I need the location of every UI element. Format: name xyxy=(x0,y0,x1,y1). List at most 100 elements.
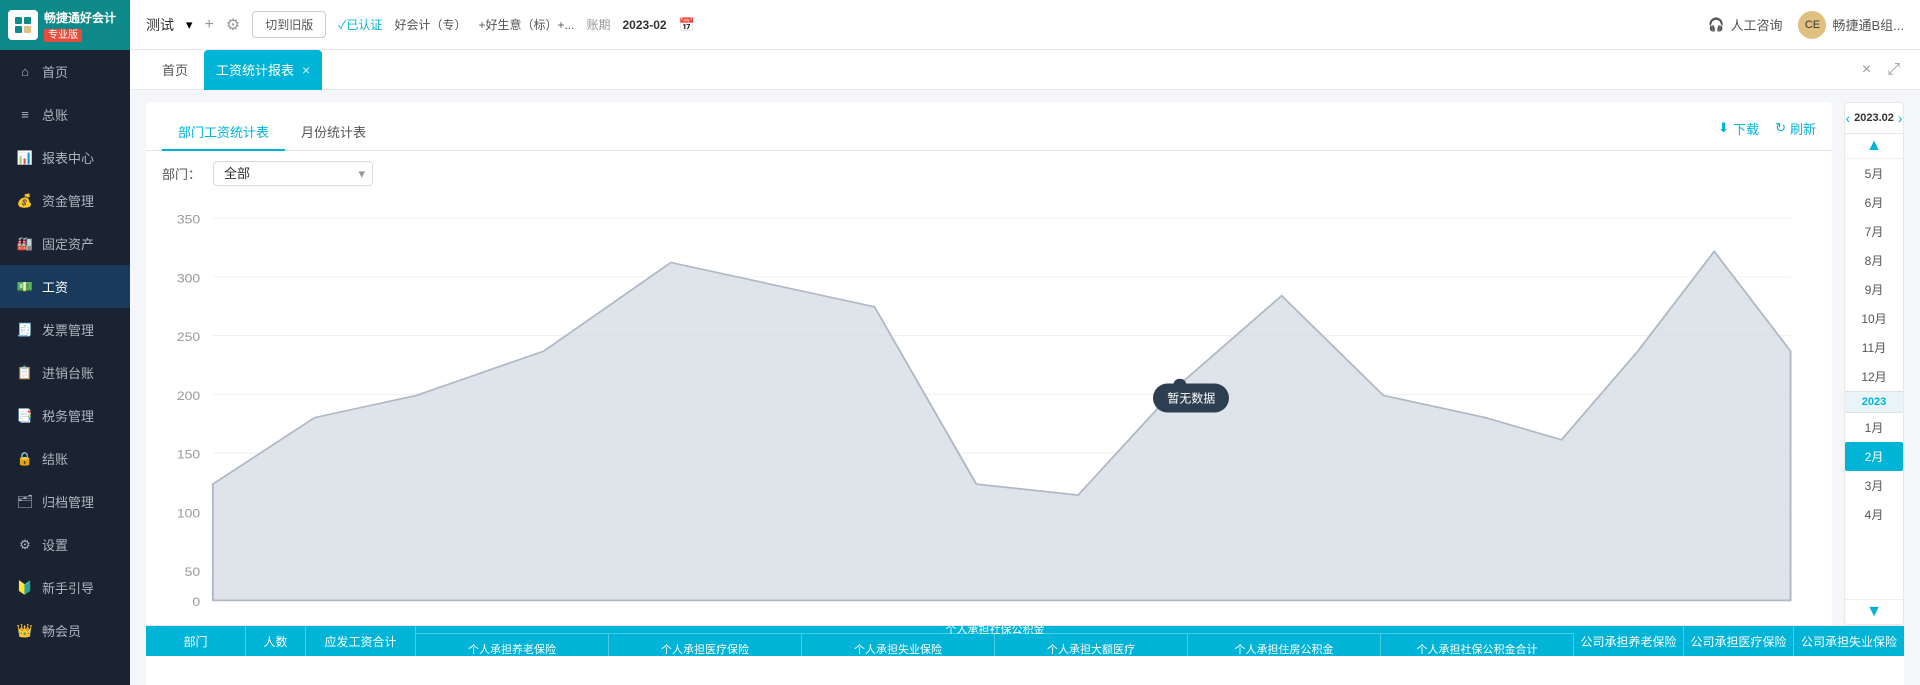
status-good-accounting: 好会计（专） xyxy=(394,16,466,33)
sidebar-item-reports[interactable]: 📊 报表中心 xyxy=(0,136,130,179)
th-personal-medical: 个人承担医疗保险 xyxy=(609,634,802,664)
period-value: 2023-02 xyxy=(623,18,667,32)
dept-select-wrapper: 全部 xyxy=(213,161,373,186)
ledger-icon: ≡ xyxy=(16,106,34,124)
chart-actions: ⬇ 下载 ↻ 刷新 xyxy=(1718,119,1816,146)
sidebar-item-home[interactable]: ⌂ 首页 xyxy=(0,50,130,93)
window-expand-btn[interactable]: ⤢ xyxy=(1883,59,1904,81)
archive-icon: 🗂 xyxy=(16,493,34,511)
project-dropdown[interactable]: ▾ xyxy=(186,17,193,33)
download-btn[interactable]: ⬇ 下载 xyxy=(1718,119,1759,138)
th-dept: 部门 xyxy=(146,626,246,656)
support-btn[interactable]: 🎧 人工咨询 xyxy=(1708,15,1782,34)
refresh-btn[interactable]: ↻ 刷新 xyxy=(1775,119,1816,138)
reports-icon: 📊 xyxy=(16,149,34,167)
avatar: CE xyxy=(1798,11,1826,39)
date-item-4[interactable]: 4月 xyxy=(1845,500,1903,529)
th-personal-unemployment: 个人承担失业保险 xyxy=(802,634,995,664)
svg-text:0: 0 xyxy=(192,595,200,609)
sidebar-item-close[interactable]: 🔒 结账 xyxy=(0,437,130,480)
settings-icon: ⚙ xyxy=(16,536,34,554)
tab-salary-report[interactable]: 工资统计报表 × xyxy=(204,50,322,90)
date-prev-icon[interactable]: ‹ xyxy=(1844,111,1852,125)
topbar-right: 🎧 人工咨询 CE 畅捷通B组... xyxy=(1708,11,1904,39)
date-item-3[interactable]: 3月 xyxy=(1845,471,1903,500)
content-area: 首页 工资统计报表 × × ⤢ xyxy=(130,50,1920,685)
guide-icon: 🔰 xyxy=(16,579,34,597)
date-next-icon[interactable]: › xyxy=(1896,111,1904,125)
date-panel: ‹ 2023.02 › ▲ 5月 6月 7月 8月 9月 10月 11月 1 xyxy=(1844,102,1904,625)
sub-tab-monthly[interactable]: 月份统计表 xyxy=(285,114,382,151)
date-item-2-active[interactable]: 2月 xyxy=(1845,442,1903,471)
dropdown-arrow-icon: ▾ xyxy=(186,17,193,33)
chart-toolbar: 部门： 全部 xyxy=(146,151,1832,196)
sidebar-item-settings[interactable]: ⚙ 设置 xyxy=(0,523,130,566)
date-item-8[interactable]: 8月 xyxy=(1845,246,1903,275)
th-company-pension: 公司承担养老保险 xyxy=(1574,626,1684,656)
date-up-btn[interactable]: ▲ xyxy=(1845,134,1903,159)
th-total-salary: 应发工资合计 xyxy=(306,626,416,656)
calendar-icon[interactable]: 📅 xyxy=(679,17,695,33)
switch-old-btn[interactable]: 切到旧版 xyxy=(252,11,326,38)
chart-svg: 350 300 250 200 150 100 50 0 xyxy=(162,196,1816,617)
date-item-11[interactable]: 11月 xyxy=(1845,333,1903,362)
th-personal-housing: 个人承担住房公积金 xyxy=(1188,634,1381,664)
sales-icon: 📋 xyxy=(16,364,34,382)
tab-close-btn[interactable]: × xyxy=(302,62,310,78)
page-body: 部门工资统计表 月份统计表 ⬇ 下载 xyxy=(130,90,1920,685)
th-personal-large-medical: 个人承担大额医疗 xyxy=(995,634,1188,664)
th-personal-pension: 个人承担养老保险 xyxy=(416,634,609,664)
refresh-icon: ↻ xyxy=(1775,120,1786,136)
th-personal-insurance-group: 个人承担社保公积金 个人承担养老保险 个人承担医疗保险 个人承担失业保险 个人承… xyxy=(416,626,1574,656)
sidebar-item-sales[interactable]: 📋 进销台账 xyxy=(0,351,130,394)
window-close-btn[interactable]: × xyxy=(1858,59,1875,81)
date-panel-header: ‹ 2023.02 › xyxy=(1845,103,1903,134)
home-icon: ⌂ xyxy=(16,63,34,81)
date-item-1[interactable]: 1月 xyxy=(1845,413,1903,442)
topbar: 测试 ▾ + ⚙ 切到旧版 ✓已认证 好会计（专） +好生意（标）+... 账期… xyxy=(130,0,1920,50)
date-down-btn[interactable]: ▼ xyxy=(1845,599,1903,624)
sidebar-item-archive[interactable]: 🗂 归档管理 xyxy=(0,480,130,523)
date-item-6[interactable]: 6月 xyxy=(1845,188,1903,217)
salary-icon: 💵 xyxy=(16,278,34,296)
sub-tabs: 部门工资统计表 月份统计表 ⬇ 下载 xyxy=(146,102,1832,151)
svg-text:350: 350 xyxy=(177,213,200,227)
period-label: 账期 xyxy=(586,16,610,33)
svg-text:150: 150 xyxy=(177,447,200,461)
headset-icon: 🎧 xyxy=(1708,17,1724,33)
topbar-project: 测试 xyxy=(146,15,174,35)
date-item-7[interactable]: 7月 xyxy=(1845,217,1903,246)
th-company-medical: 公司承担医疗保险 xyxy=(1684,626,1794,656)
tab-home[interactable]: 首页 xyxy=(146,50,204,90)
svg-text:50: 50 xyxy=(185,565,201,579)
logo-icon xyxy=(8,10,38,40)
th-company-unemployment: 公司承担失业保险 xyxy=(1794,626,1904,656)
sidebar-item-salary[interactable]: 💵 工资 xyxy=(0,265,130,308)
logo-text: 畅捷通好会计 专业版 xyxy=(44,9,116,41)
window-controls: × ⤢ xyxy=(1858,59,1904,81)
date-item-12[interactable]: 12月 xyxy=(1845,362,1903,391)
tax-icon: 📑 xyxy=(16,407,34,425)
date-item-10[interactable]: 10月 xyxy=(1845,304,1903,333)
bottom-table: 部门 人数 应发工资合计 个人承担社保公积金 个人承担养老保险 个人承担医疗保险… xyxy=(146,625,1904,685)
sub-tab-dept[interactable]: 部门工资统计表 xyxy=(162,114,285,151)
invoice-icon: 🧾 xyxy=(16,321,34,339)
sidebar-item-tax[interactable]: 📑 税务管理 xyxy=(0,394,130,437)
assets-icon: 🏭 xyxy=(16,235,34,253)
dept-select[interactable]: 全部 xyxy=(213,161,373,186)
date-year-2023: 2023 xyxy=(1845,391,1903,413)
close-period-icon: 🔒 xyxy=(16,450,34,468)
main-area: 测试 ▾ + ⚙ 切到旧版 ✓已认证 好会计（专） +好生意（标）+... 账期… xyxy=(130,0,1920,685)
sidebar-item-funds[interactable]: 💰 资金管理 xyxy=(0,179,130,222)
sidebar: 畅捷通好会计 专业版 ⌂ 首页 ≡ 总账 📊 报表中心 💰 资金管理 🏭 固定资… xyxy=(0,0,130,685)
sidebar-item-assets[interactable]: 🏭 固定资产 xyxy=(0,222,130,265)
sidebar-item-ledger[interactable]: ≡ 总账 xyxy=(0,93,130,136)
user-menu[interactable]: CE 畅捷通B组... xyxy=(1798,11,1904,39)
sidebar-item-member[interactable]: 👑 畅会员 xyxy=(0,609,130,652)
sidebar-item-invoice[interactable]: 🧾 发票管理 xyxy=(0,308,130,351)
topbar-add-icon[interactable]: + xyxy=(205,16,214,34)
date-item-5[interactable]: 5月 xyxy=(1845,159,1903,188)
date-item-9[interactable]: 9月 xyxy=(1845,275,1903,304)
sidebar-item-guide[interactable]: 🔰 新手引导 xyxy=(0,566,130,609)
topbar-settings-icon[interactable]: ⚙ xyxy=(226,15,240,35)
